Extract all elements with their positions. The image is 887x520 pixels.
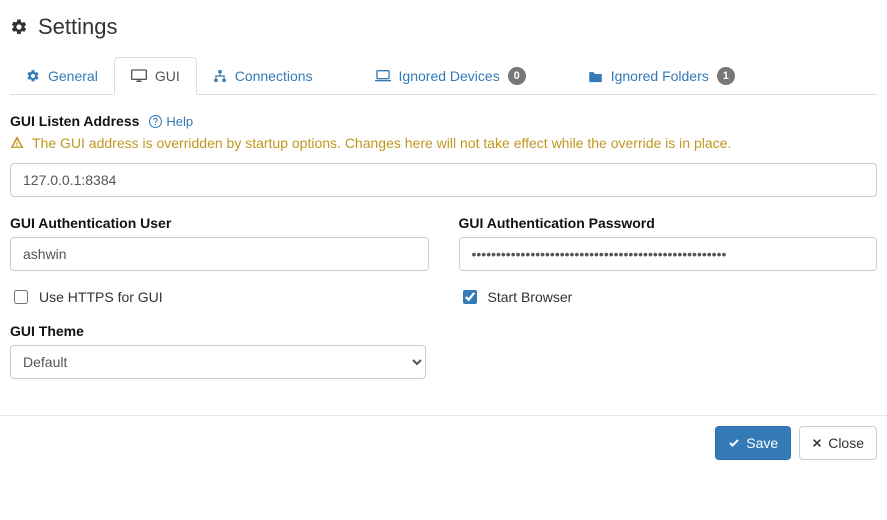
check-icon (728, 437, 740, 449)
theme-label: GUI Theme (10, 323, 426, 339)
start-browser-label: Start Browser (488, 289, 573, 305)
tab-label: General (48, 68, 98, 84)
tab-gui[interactable]: GUI (114, 57, 197, 95)
close-icon (812, 438, 822, 448)
tabs: General GUI Connections Ignored Devices … (10, 56, 877, 95)
warning-text: The GUI address is overridden by startup… (32, 135, 731, 151)
question-circle-icon (149, 115, 162, 128)
use-https-checkbox[interactable] (14, 290, 28, 304)
start-browser-checkbox[interactable] (463, 290, 477, 304)
settings-header: Settings (10, 10, 877, 56)
tab-general[interactable]: General (10, 57, 114, 95)
badge-count: 0 (508, 67, 526, 85)
help-link[interactable]: Help (149, 114, 193, 129)
auth-password-label: GUI Authentication Password (459, 215, 878, 231)
listen-address-label: GUI Listen Address Help (10, 113, 877, 129)
desktop-icon (131, 69, 147, 83)
tab-label: Ignored Folders (611, 68, 709, 84)
theme-select[interactable]: Default (10, 345, 426, 379)
badge-count: 1 (717, 67, 735, 85)
auth-password-input[interactable] (459, 237, 878, 271)
tab-panel-gui: GUI Listen Address Help The GUI address … (10, 113, 877, 397)
tab-label: GUI (155, 68, 180, 84)
tab-label: Ignored Devices (399, 68, 500, 84)
gear-icon (10, 18, 28, 36)
use-https-label: Use HTTPS for GUI (39, 289, 163, 305)
folder-icon (588, 70, 603, 83)
tab-connections[interactable]: Connections (197, 57, 329, 95)
listen-address-input[interactable] (10, 163, 877, 197)
auth-user-input[interactable] (10, 237, 429, 271)
start-browser-checkbox-row[interactable]: Start Browser (459, 287, 878, 307)
tab-ignored-folders[interactable]: Ignored Folders 1 (572, 57, 751, 95)
save-button[interactable]: Save (715, 426, 791, 460)
close-button[interactable]: Close (799, 426, 877, 460)
use-https-checkbox-row[interactable]: Use HTTPS for GUI (10, 287, 429, 307)
tab-label: Connections (235, 68, 313, 84)
warning-triangle-icon (10, 135, 24, 149)
auth-user-label: GUI Authentication User (10, 215, 429, 231)
footer: Save Close (10, 426, 877, 470)
gear-icon (26, 69, 40, 83)
sitemap-icon (213, 69, 227, 83)
page-title: Settings (38, 14, 118, 40)
tab-ignored-devices[interactable]: Ignored Devices 0 (359, 57, 542, 95)
override-warning: The GUI address is overridden by startup… (10, 135, 877, 151)
footer-separator (0, 415, 887, 416)
laptop-icon (375, 70, 391, 82)
